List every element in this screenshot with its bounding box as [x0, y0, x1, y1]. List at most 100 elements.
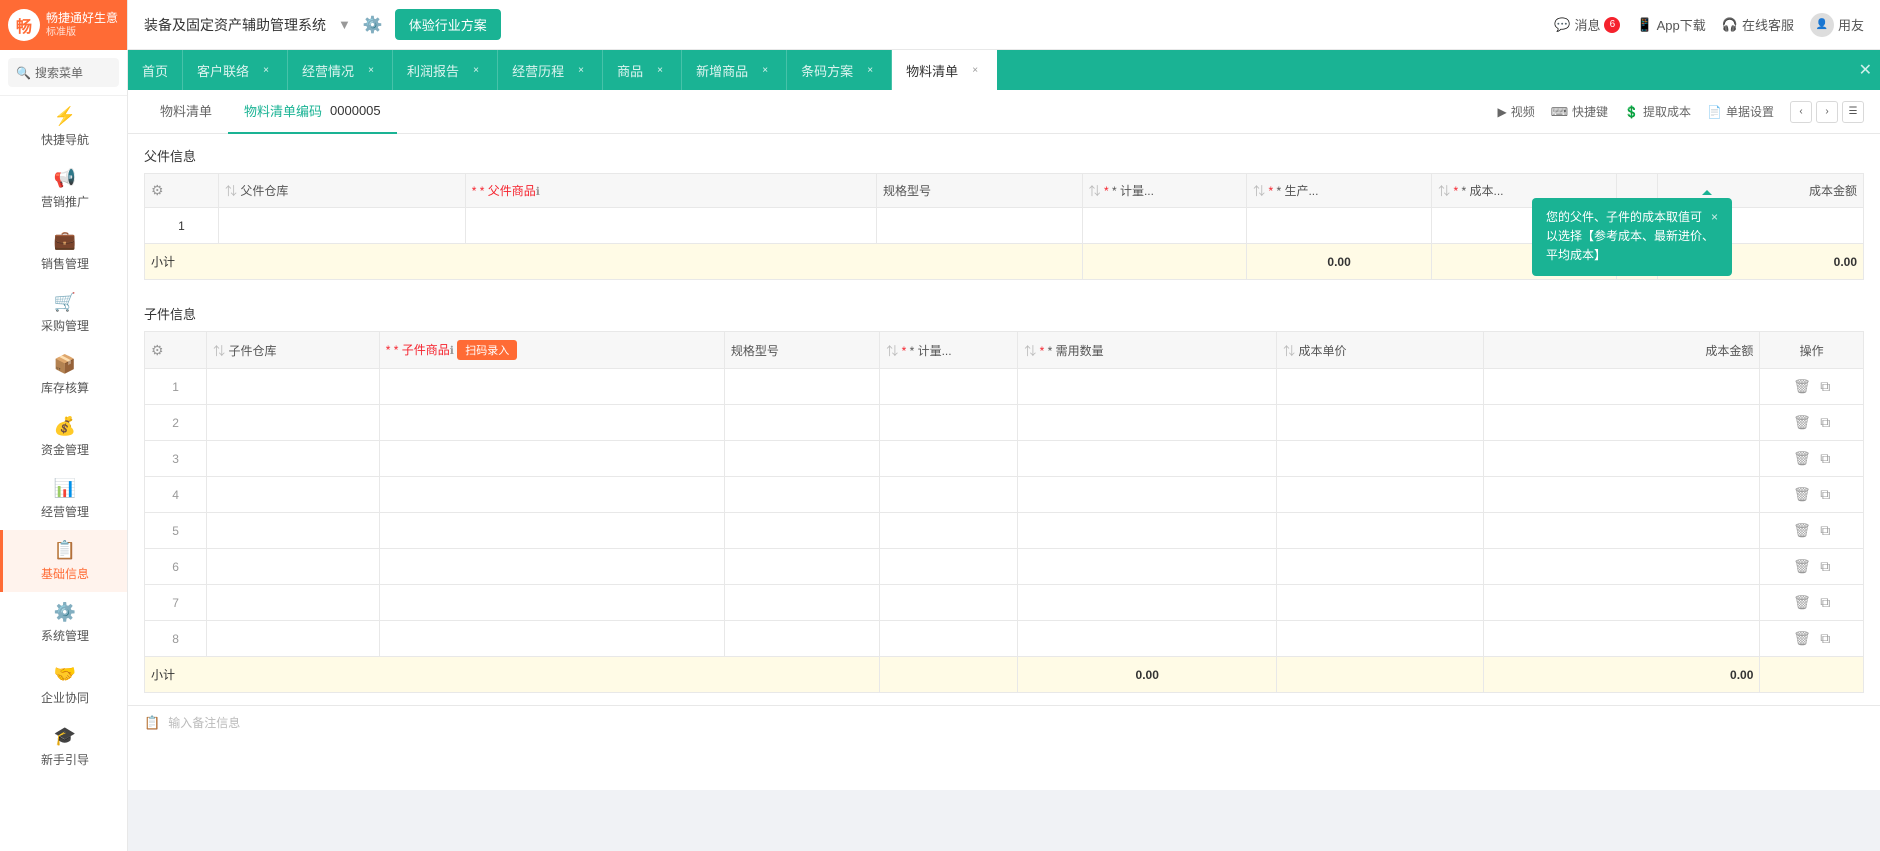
parent-warehouse-sort-icon[interactable]: ⇅: [225, 184, 237, 198]
child-qty-cell-4[interactable]: [1018, 477, 1277, 513]
child-qty-cell-8[interactable]: [1018, 621, 1277, 657]
child-product-cell-7[interactable]: [379, 585, 724, 621]
sub-tab-detail[interactable]: 物料清单编码 0000005: [228, 90, 397, 134]
child-price-cell-7[interactable]: [1277, 585, 1484, 621]
settings-icon[interactable]: ⚙️: [363, 15, 383, 35]
child-product-cell-1[interactable]: [379, 369, 724, 405]
user-item[interactable]: 👤 用友: [1810, 13, 1864, 37]
child-delete-icon-1[interactable]: 🗑: [1793, 378, 1811, 394]
child-qty-cell-1[interactable]: [1018, 369, 1277, 405]
settings-action[interactable]: 📄 单据设置: [1707, 103, 1774, 120]
child-delete-icon-8[interactable]: 🗑: [1793, 630, 1811, 646]
child-product-cell-6[interactable]: [379, 549, 724, 585]
child-unit-cell-2[interactable]: [880, 405, 1018, 441]
dropdown-arrow-icon[interactable]: ▼: [338, 17, 351, 32]
child-unit-sort[interactable]: ⇅: [886, 344, 898, 358]
search-area[interactable]: 🔍 搜索菜单: [0, 50, 127, 96]
child-spec-cell-1[interactable]: [724, 369, 879, 405]
parent-product-cell[interactable]: [465, 208, 876, 244]
tab-new-goods-close[interactable]: ×: [758, 63, 772, 77]
child-warehouse-cell-8[interactable]: [207, 621, 380, 657]
child-spec-cell-8[interactable]: [724, 621, 879, 657]
sub-tab-list[interactable]: 物料清单: [144, 90, 228, 134]
child-price-sort[interactable]: ⇅: [1283, 344, 1295, 358]
tab-business[interactable]: 经营情况 ×: [288, 50, 393, 90]
child-product-cell-3[interactable]: [379, 441, 724, 477]
sidebar-item-quick[interactable]: ⚡ 快捷导航: [0, 96, 127, 158]
tab-close-all-icon[interactable]: ✕: [1859, 60, 1872, 80]
child-warehouse-cell-1[interactable]: [207, 369, 380, 405]
tab-profit-close[interactable]: ×: [469, 63, 483, 77]
next-arrow[interactable]: ›: [1816, 101, 1838, 123]
sidebar-item-enterprise[interactable]: 🤝 企业协同: [0, 654, 127, 716]
tab-customer-close[interactable]: ×: [259, 63, 273, 77]
parent-product-info[interactable]: ℹ: [536, 186, 540, 198]
child-spec-cell-6[interactable]: [724, 549, 879, 585]
tab-new-goods[interactable]: 新增商品 ×: [682, 50, 787, 90]
child-qty-cell-3[interactable]: [1018, 441, 1277, 477]
parent-produce-cell[interactable]: [1247, 208, 1432, 244]
child-delete-icon-3[interactable]: 🗑: [1793, 450, 1811, 466]
search-menu-button[interactable]: 🔍 搜索菜单: [8, 58, 119, 87]
child-warehouse-sort[interactable]: ⇅: [213, 344, 225, 358]
child-price-cell-4[interactable]: [1277, 477, 1484, 513]
child-warehouse-cell-6[interactable]: [207, 549, 380, 585]
sidebar-item-basic[interactable]: 📋 基础信息: [0, 530, 127, 592]
try-button[interactable]: 体验行业方案: [395, 9, 501, 40]
menu-arrow[interactable]: ☰: [1842, 101, 1864, 123]
tab-profit[interactable]: 利润报告 ×: [393, 50, 498, 90]
tab-bom[interactable]: 物料清单 ×: [892, 50, 997, 90]
child-price-cell-5[interactable]: [1277, 513, 1484, 549]
sidebar-item-finance[interactable]: 💰 资金管理: [0, 406, 127, 468]
child-qty-sort[interactable]: ⇅: [1024, 344, 1036, 358]
parent-produce-sort[interactable]: ⇅: [1253, 184, 1265, 198]
child-spec-cell-5[interactable]: [724, 513, 879, 549]
app-download-item[interactable]: 📱 App下载: [1636, 15, 1705, 34]
child-qty-cell-2[interactable]: [1018, 405, 1277, 441]
parent-warehouse-cell[interactable]: [219, 208, 466, 244]
child-unit-cell-6[interactable]: [880, 549, 1018, 585]
child-gear-icon[interactable]: ⚙: [151, 342, 164, 358]
child-delete-icon-4[interactable]: 🗑: [1793, 486, 1811, 502]
sidebar-item-inventory[interactable]: 📦 库存核算: [0, 344, 127, 406]
child-price-cell-6[interactable]: [1277, 549, 1484, 585]
tab-goods-close[interactable]: ×: [653, 63, 667, 77]
sidebar-item-purchase[interactable]: 🛒 采购管理: [0, 282, 127, 344]
sidebar-item-system[interactable]: ⚙️ 系统管理: [0, 592, 127, 654]
cost-action[interactable]: 💲 提取成本: [1624, 103, 1691, 120]
child-price-cell-2[interactable]: [1277, 405, 1484, 441]
sidebar-item-marketing[interactable]: 📢 营销推广: [0, 158, 127, 220]
tab-goods[interactable]: 商品 ×: [603, 50, 682, 90]
child-product-info[interactable]: ℹ: [450, 345, 454, 357]
child-delete-icon-5[interactable]: 🗑: [1793, 522, 1811, 538]
parent-spec-cell[interactable]: [876, 208, 1082, 244]
child-delete-icon-6[interactable]: 🗑: [1793, 558, 1811, 574]
child-unit-cell-1[interactable]: [880, 369, 1018, 405]
tab-barcode-close[interactable]: ×: [863, 63, 877, 77]
tab-home[interactable]: 首页: [128, 50, 183, 90]
child-copy-icon-7[interactable]: ⧉: [1820, 594, 1830, 610]
tab-history-close[interactable]: ×: [574, 63, 588, 77]
child-product-cell-4[interactable]: [379, 477, 724, 513]
child-delete-icon-2[interactable]: 🗑: [1793, 414, 1811, 430]
child-spec-cell-2[interactable]: [724, 405, 879, 441]
child-delete-icon-7[interactable]: 🗑: [1793, 594, 1811, 610]
child-copy-icon-6[interactable]: ⧉: [1820, 558, 1830, 574]
child-unit-cell-7[interactable]: [880, 585, 1018, 621]
child-price-cell-1[interactable]: [1277, 369, 1484, 405]
message-item[interactable]: 💬 消息 6: [1554, 15, 1620, 34]
child-copy-icon-2[interactable]: ⧉: [1820, 414, 1830, 430]
child-price-cell-3[interactable]: [1277, 441, 1484, 477]
child-unit-cell-4[interactable]: [880, 477, 1018, 513]
child-copy-icon-3[interactable]: ⧉: [1820, 450, 1830, 466]
child-unit-cell-3[interactable]: [880, 441, 1018, 477]
child-qty-cell-7[interactable]: [1018, 585, 1277, 621]
tooltip-close-btn[interactable]: ×: [1711, 208, 1718, 227]
child-warehouse-cell-2[interactable]: [207, 405, 380, 441]
sidebar-item-guide[interactable]: 🎓 新手引导: [0, 716, 127, 778]
child-product-cell-5[interactable]: [379, 513, 724, 549]
child-product-cell-2[interactable]: [379, 405, 724, 441]
sidebar-item-operation[interactable]: 📊 经营管理: [0, 468, 127, 530]
parent-unit-sort[interactable]: ⇅: [1089, 184, 1101, 198]
parent-cost-sort[interactable]: ⇅: [1438, 184, 1450, 198]
